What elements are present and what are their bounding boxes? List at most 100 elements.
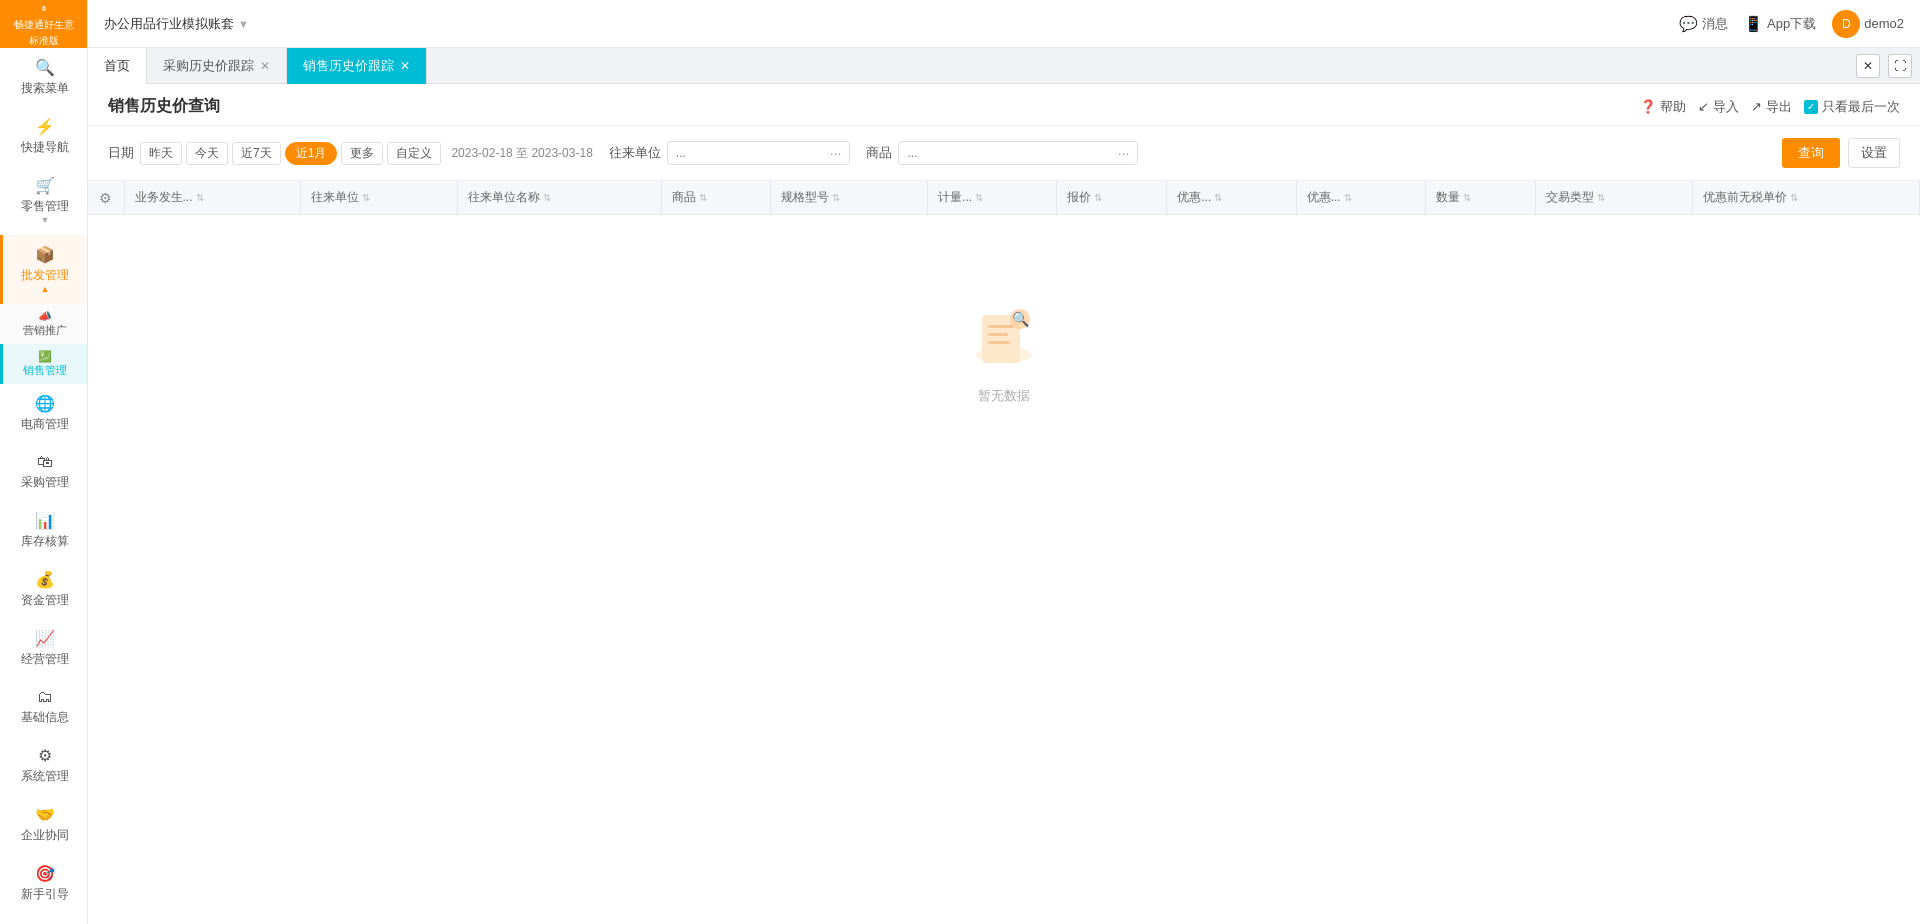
sidebar-item-search[interactable]: 🔍 搜索菜单: [0, 48, 87, 107]
date-btn-today[interactable]: 今天: [186, 142, 228, 165]
tab-purchase-close[interactable]: ✕: [260, 59, 270, 73]
message-button[interactable]: 💬 消息: [1679, 15, 1728, 33]
th-pretax-price[interactable]: 优惠前无税单价 ⇅: [1692, 181, 1919, 215]
company-selector[interactable]: 办公用品行业模拟账套 ▼: [104, 15, 249, 33]
topbar: 办公用品行业模拟账套 ▼ 💬 消息 📱 App下载 D demo2: [88, 0, 1920, 48]
system-icon: ⚙: [38, 746, 52, 765]
th-spec-label: 规格型号: [781, 189, 829, 206]
date-btn-custom[interactable]: 自定义: [387, 142, 441, 165]
sidebar-item-label: 企业协同: [21, 827, 69, 844]
sidebar-item-label: 搜索菜单: [21, 80, 69, 97]
app-logo[interactable]: 6 畅捷通好生意 标准版: [0, 0, 87, 48]
search-icon: 🔍: [35, 58, 55, 77]
expand-button[interactable]: ⛶: [1888, 54, 1912, 78]
sidebar-item-enterprise[interactable]: 🤝 企业协同: [0, 795, 87, 854]
th-unit-label: 计量...: [938, 189, 972, 206]
tab-home-label: 首页: [104, 57, 130, 75]
close-tab-button[interactable]: ✕: [1856, 54, 1880, 78]
th-discount2[interactable]: 优惠... ⇅: [1296, 181, 1425, 215]
th-discount2-label: 优惠...: [1307, 189, 1341, 206]
quick-icon: ⚡: [35, 117, 55, 136]
sidebar-item-guide[interactable]: 🎯 新手引导: [0, 854, 87, 913]
tab-purchase[interactable]: 采购历史价跟踪 ✕: [147, 48, 287, 84]
sidebar-sub-item-marketing[interactable]: 📣 营销推广: [0, 304, 87, 344]
export-button[interactable]: ↗ 导出: [1751, 98, 1792, 116]
product-input[interactable]: [907, 146, 1113, 160]
sidebar-item-basic[interactable]: 🗂 基础信息: [0, 678, 87, 736]
sidebar-item-system[interactable]: ⚙ 系统管理: [0, 736, 87, 795]
sidebar-item-label: 基础信息: [21, 709, 69, 726]
product-dots-button[interactable]: ···: [1118, 145, 1130, 161]
enterprise-icon: 🤝: [35, 805, 55, 824]
product-filter-label: 商品: [866, 144, 892, 162]
filter-action-buttons: 查询 设置: [1782, 138, 1900, 168]
basic-icon: 🗂: [37, 688, 53, 706]
date-btn-7days[interactable]: 近7天: [232, 142, 281, 165]
sort-icon: ⇅: [196, 192, 204, 203]
date-btn-yesterday[interactable]: 昨天: [140, 142, 182, 165]
wholesale-icon: 📦: [35, 245, 55, 264]
data-table: ⚙ 业务发生... ⇅ 往来单位 ⇅: [88, 181, 1920, 215]
import-label: 导入: [1713, 98, 1739, 116]
app-download-button[interactable]: 📱 App下载: [1744, 15, 1816, 33]
th-spec[interactable]: 规格型号 ⇅: [771, 181, 928, 215]
th-partner-code[interactable]: 往来单位 ⇅: [300, 181, 457, 215]
sidebar-item-label: 新手引导: [21, 886, 69, 903]
th-biz-date[interactable]: 业务发生... ⇅: [124, 181, 300, 215]
sort-icon: ⇅: [699, 192, 707, 203]
sidebar-item-operations[interactable]: 📈 经营管理: [0, 619, 87, 678]
date-btn-1month[interactable]: 近1月: [285, 142, 338, 165]
th-trade-type[interactable]: 交易类型 ⇅: [1535, 181, 1692, 215]
user-menu[interactable]: D demo2: [1832, 10, 1904, 38]
help-button[interactable]: ❓ 帮助: [1640, 98, 1686, 116]
sidebar-item-appstore[interactable]: 📱 应用中心: [0, 913, 87, 924]
sort-icon: ⇅: [832, 192, 840, 203]
th-partner-name[interactable]: 往来单位名称 ⇅: [457, 181, 661, 215]
phone-icon: 📱: [1744, 15, 1763, 33]
partner-input[interactable]: [676, 146, 826, 160]
tab-sales[interactable]: 销售历史价跟踪 ✕: [287, 48, 427, 84]
partner-dots-button[interactable]: ···: [830, 145, 842, 161]
svg-text:🔍: 🔍: [1012, 311, 1030, 328]
table-settings-icon[interactable]: ⚙: [99, 190, 112, 206]
th-settings: ⚙: [88, 181, 124, 215]
sidebar-item-quick[interactable]: ⚡ 快捷导航: [0, 107, 87, 166]
th-price[interactable]: 报价 ⇅: [1057, 181, 1167, 215]
sort-icon: ⇅: [975, 192, 983, 203]
sidebar-sub-item-sales[interactable]: 💹 销售管理: [0, 344, 87, 384]
sort-icon: ⇅: [1597, 192, 1605, 203]
purchase-icon: 🛍: [37, 453, 53, 471]
date-filter-label: 日期: [108, 144, 134, 162]
search-button[interactable]: 查询: [1782, 138, 1840, 168]
sidebar-item-label: 经营管理: [21, 651, 69, 668]
sidebar-item-ecommerce[interactable]: 🌐 电商管理: [0, 384, 87, 443]
sidebar-item-finance[interactable]: 💰 资金管理: [0, 560, 87, 619]
sort-icon: ⇅: [362, 192, 370, 203]
sidebar-item-retail[interactable]: 🛒 零售管理 ▼: [0, 166, 87, 235]
import-icon: ↙: [1698, 99, 1709, 114]
th-partner-name-label: 往来单位名称: [468, 189, 540, 206]
tab-home[interactable]: 首页: [88, 48, 147, 84]
th-quantity[interactable]: 数量 ⇅: [1426, 181, 1536, 215]
th-product[interactable]: 商品 ⇅: [661, 181, 771, 215]
settings-button[interactable]: 设置: [1848, 138, 1900, 168]
svg-text:6: 6: [42, 5, 46, 12]
sort-icon: ⇅: [1094, 192, 1102, 203]
tab-sales-close[interactable]: ✕: [400, 59, 410, 73]
th-unit[interactable]: 计量... ⇅: [928, 181, 1057, 215]
th-partner-code-label: 往来单位: [311, 189, 359, 206]
sidebar-item-label: 批发管理: [21, 267, 69, 284]
sidebar-item-wholesale[interactable]: 📦 批发管理 ▲: [0, 235, 87, 304]
import-button[interactable]: ↙ 导入: [1698, 98, 1739, 116]
page-title: 销售历史价查询: [108, 96, 220, 117]
sidebar-item-label: 营销推广: [23, 323, 67, 338]
only-last-checkbox[interactable]: 只看最后一次: [1804, 98, 1900, 116]
th-discount1[interactable]: 优惠... ⇅: [1167, 181, 1296, 215]
sidebar-item-inventory[interactable]: 📊 库存核算: [0, 501, 87, 560]
sidebar-item-purchase[interactable]: 🛍 采购管理: [0, 443, 87, 501]
th-quantity-label: 数量: [1436, 189, 1460, 206]
sort-icon: ⇅: [1344, 192, 1352, 203]
sidebar-item-label: 采购管理: [21, 474, 69, 491]
date-btn-more[interactable]: 更多: [341, 142, 383, 165]
avatar-initial: D: [1842, 17, 1851, 31]
